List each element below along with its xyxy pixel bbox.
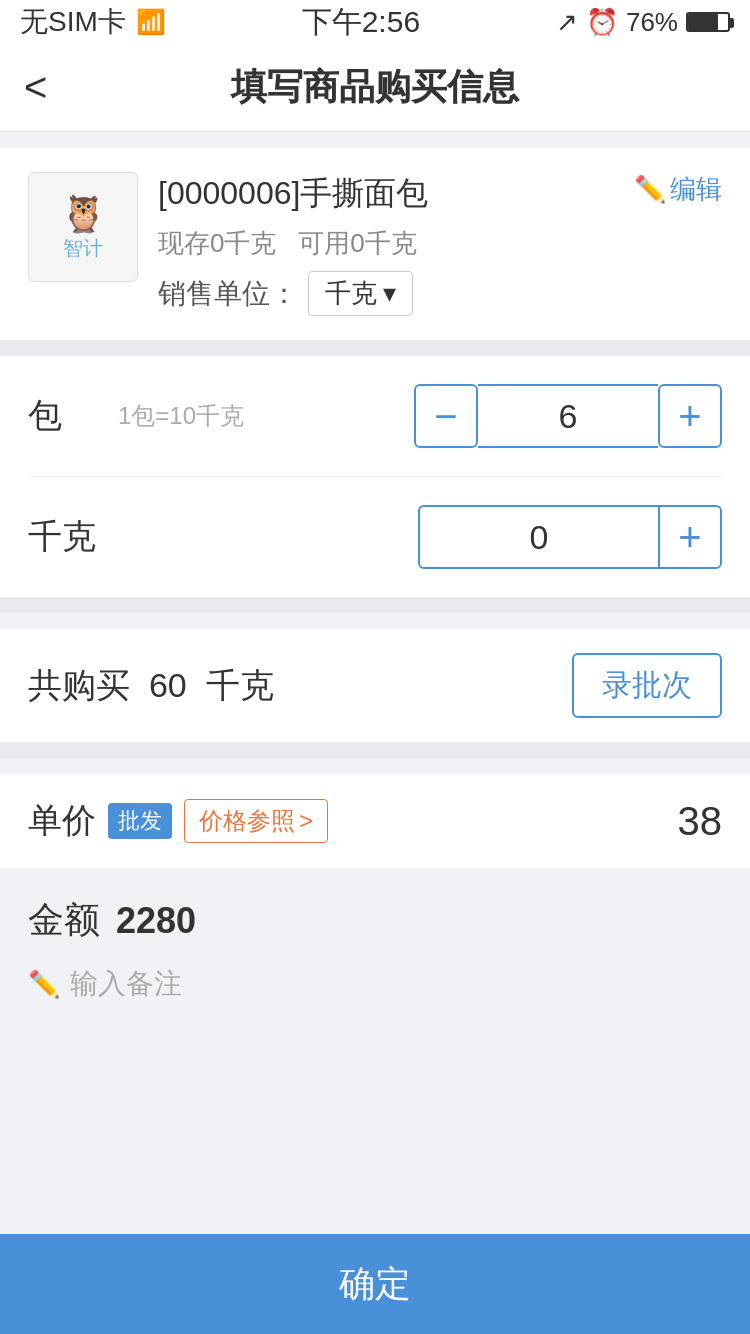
status-left: 无SIM卡 📶 bbox=[20, 3, 166, 41]
separator-3 bbox=[0, 742, 750, 758]
separator-2 bbox=[0, 597, 750, 613]
unit-select[interactable]: 千克 ▾ bbox=[308, 271, 413, 316]
product-thumbnail: 🦉 智计 bbox=[28, 172, 138, 282]
wifi-icon: 📶 bbox=[136, 8, 166, 36]
product-name: [0000006]手撕面包 bbox=[158, 172, 428, 216]
package-stepper: − + bbox=[414, 384, 722, 448]
note-placeholder: 输入备注 bbox=[70, 965, 182, 1003]
page-title: 填写商品购买信息 bbox=[231, 63, 519, 112]
amount-section: 金额 2280 ✏️ 输入备注 bbox=[0, 868, 750, 1019]
edit-icon: ✏️ bbox=[634, 174, 666, 205]
price-row: 单价 批发 价格参照 > 38 bbox=[28, 798, 722, 844]
amount-label: 金额 bbox=[28, 896, 100, 945]
product-logo-text: 智计 bbox=[63, 235, 103, 262]
price-ref-arrow-icon: > bbox=[299, 807, 313, 835]
package-value-input[interactable] bbox=[478, 384, 658, 448]
total-section: 共购买 60 千克 录批次 bbox=[0, 629, 750, 742]
product-info: [0000006]手撕面包 ✏️ 编辑 现存0千克 可用0千克 销售单位： 千克… bbox=[158, 172, 722, 316]
kg-row: 千克 + bbox=[28, 477, 722, 597]
kg-stepper: + bbox=[418, 505, 722, 569]
confirm-button[interactable]: 确定 bbox=[0, 1234, 750, 1334]
price-ref-button[interactable]: 价格参照 > bbox=[184, 799, 328, 843]
price-label-group: 单价 批发 价格参照 > bbox=[28, 798, 328, 844]
package-label: 包 bbox=[28, 393, 108, 439]
batch-button[interactable]: 录批次 bbox=[572, 653, 722, 718]
status-bar: 无SIM卡 📶 下午2:56 ↗ ⏰ 76% bbox=[0, 0, 750, 44]
status-right: ↗ ⏰ 76% bbox=[556, 7, 730, 38]
input-section: 包 1包=10千克 − + 千克 + bbox=[0, 356, 750, 597]
amount-row: 金额 2280 bbox=[28, 896, 722, 945]
back-button[interactable]: < bbox=[24, 65, 47, 110]
product-stock: 现存0千克 可用0千克 bbox=[158, 226, 722, 261]
nav-bar: < 填写商品购买信息 bbox=[0, 44, 750, 132]
status-time: 下午2:56 bbox=[302, 2, 420, 43]
price-label: 单价 bbox=[28, 798, 96, 844]
package-plus-button[interactable]: + bbox=[658, 384, 722, 448]
confirm-text: 确定 bbox=[339, 1260, 411, 1309]
gps-icon: ↗ bbox=[556, 7, 578, 38]
product-header-row: [0000006]手撕面包 ✏️ 编辑 bbox=[158, 172, 722, 226]
product-unit-row: 销售单位： 千克 ▾ bbox=[158, 271, 722, 316]
package-sublabel: 1包=10千克 bbox=[118, 400, 414, 432]
carrier-text: 无SIM卡 bbox=[20, 3, 126, 41]
edit-button[interactable]: ✏️ 编辑 bbox=[634, 172, 722, 207]
alarm-icon: ⏰ bbox=[586, 7, 618, 38]
price-value: 38 bbox=[678, 799, 723, 844]
battery-icon bbox=[686, 12, 730, 32]
battery-text: 76% bbox=[626, 7, 678, 38]
package-row: 包 1包=10千克 − + bbox=[28, 356, 722, 477]
package-minus-button[interactable]: − bbox=[414, 384, 478, 448]
total-text: 共购买 60 千克 bbox=[28, 663, 274, 709]
pencil-icon: ✏️ bbox=[28, 969, 60, 1000]
price-section: 单价 批发 价格参照 > 38 bbox=[0, 774, 750, 868]
price-batch-badge: 批发 bbox=[108, 803, 172, 839]
kg-label: 千克 bbox=[28, 514, 108, 560]
separator-1 bbox=[0, 340, 750, 356]
product-logo-icon: 🦉 bbox=[61, 193, 106, 235]
dropdown-icon: ▾ bbox=[383, 278, 396, 309]
amount-value: 2280 bbox=[116, 900, 196, 942]
product-card: 🦉 智计 [0000006]手撕面包 ✏️ 编辑 现存0千克 可用0千克 销售单… bbox=[0, 148, 750, 340]
note-row[interactable]: ✏️ 输入备注 bbox=[28, 965, 722, 1003]
kg-value-input[interactable] bbox=[418, 505, 658, 569]
kg-plus-button[interactable]: + bbox=[658, 505, 722, 569]
